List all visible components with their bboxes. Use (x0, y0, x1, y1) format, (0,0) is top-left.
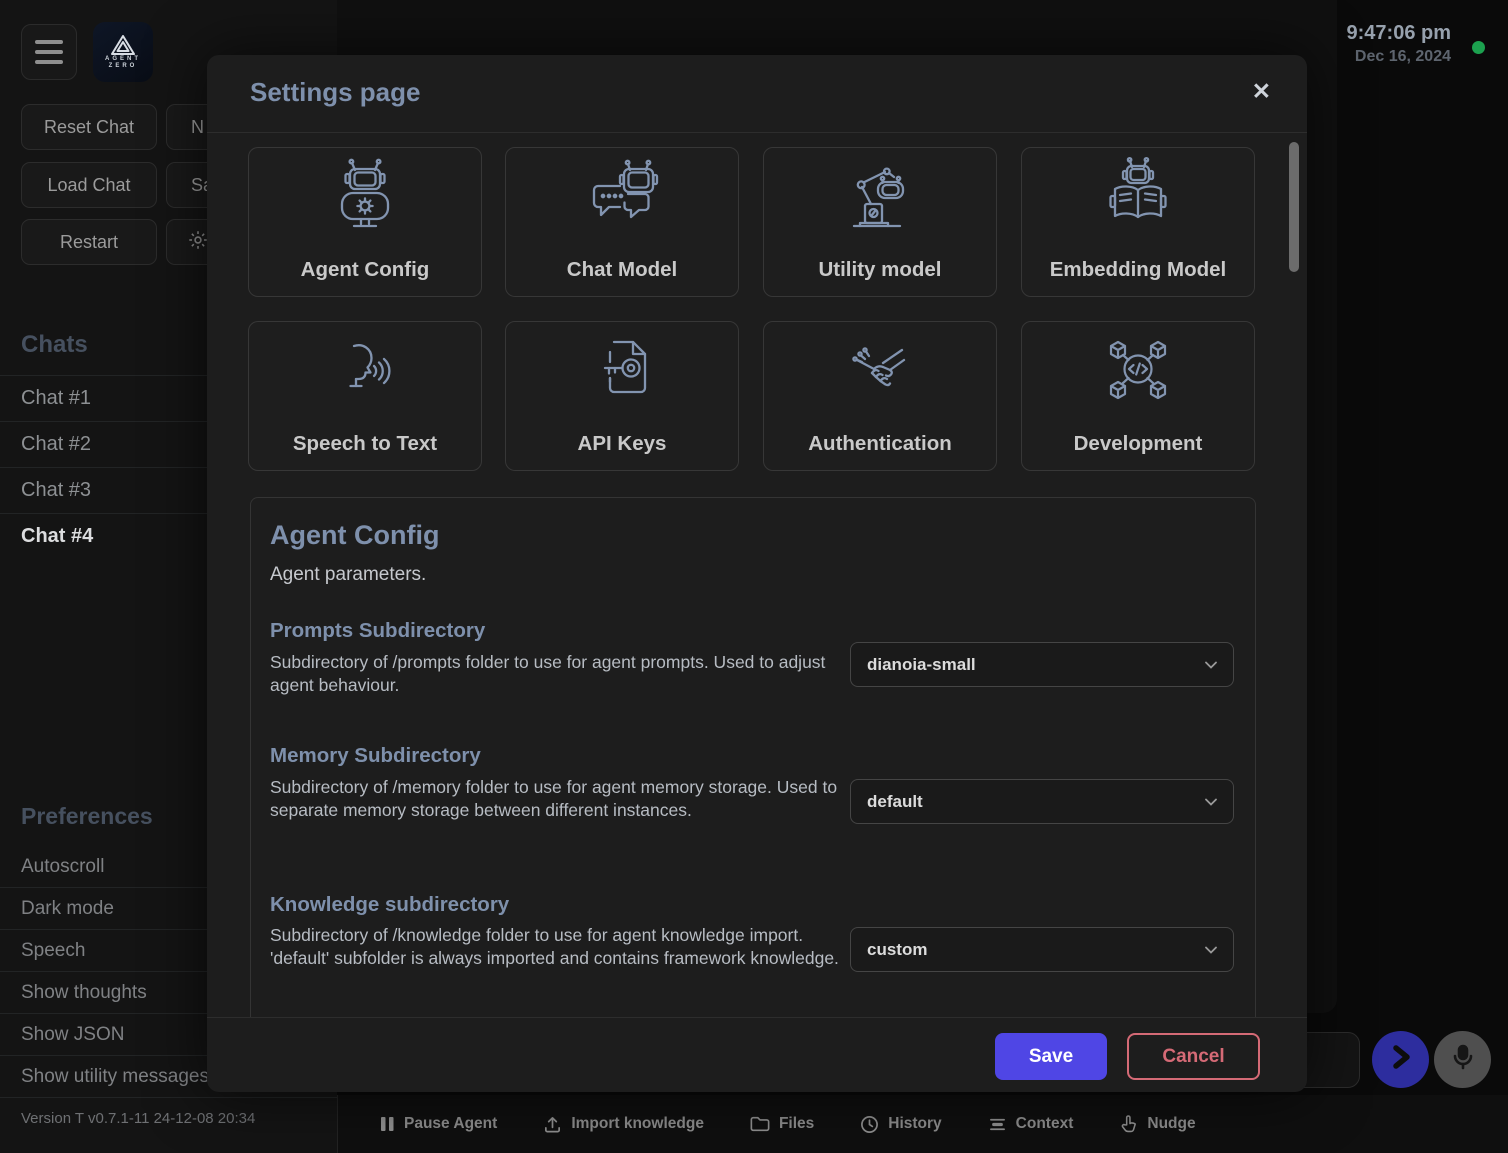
modal-footer: Save Cancel (207, 1017, 1307, 1092)
upload-icon (543, 1115, 562, 1134)
card-speech-to-text[interactable]: Speech to Text (248, 321, 482, 471)
action-label: Import knowledge (571, 1115, 704, 1133)
context-button[interactable]: Context (988, 1115, 1074, 1133)
close-icon[interactable]: ✕ (1252, 77, 1271, 107)
card-embedding-model[interactable]: Embedding Model (1021, 147, 1255, 297)
card-agent-config[interactable]: Agent Config (248, 147, 482, 297)
card-authentication[interactable]: Authentication (763, 321, 997, 471)
send-button[interactable] (1372, 1031, 1429, 1088)
memory-subdirectory-select[interactable]: default (850, 779, 1234, 824)
speech-to-text-icon (249, 330, 481, 414)
logo-text-line1: AGENT (105, 56, 141, 63)
field-label-memory-subdirectory: Memory Subdirectory (270, 744, 481, 768)
field-description: Subdirectory of /memory folder to use fo… (270, 776, 845, 822)
authentication-icon (764, 330, 996, 414)
modal-scrollbar[interactable] (1289, 142, 1299, 272)
section-title: Agent Config (270, 520, 439, 551)
action-label: Nudge (1147, 1115, 1195, 1133)
save-button[interactable]: Save (995, 1033, 1107, 1080)
clock-time: 9:47:06 pm (1347, 22, 1452, 45)
embedding-model-icon (1022, 156, 1254, 240)
chevron-down-icon (1205, 661, 1217, 669)
hamburger-icon (35, 40, 63, 64)
pointer-hand-icon (1119, 1114, 1138, 1134)
chevron-down-icon (1205, 798, 1217, 806)
card-chat-model[interactable]: Chat Model (505, 147, 739, 297)
action-label: Files (779, 1115, 814, 1133)
pause-agent-button[interactable]: Pause Agent (380, 1115, 497, 1133)
logo-text-line2: ZERO (109, 63, 138, 70)
development-icon (1022, 330, 1254, 414)
action-label: History (888, 1115, 941, 1133)
card-label: API Keys (506, 432, 738, 456)
card-label: Speech to Text (249, 432, 481, 456)
modal-header: Settings page ✕ (207, 55, 1307, 133)
microphone-icon (1449, 1043, 1477, 1076)
prompts-subdirectory-select[interactable]: dianoia-small (850, 642, 1234, 687)
select-value: dianoia-small (867, 655, 1205, 675)
field-label-knowledge-subdirectory: Knowledge subdirectory (270, 893, 509, 917)
nudge-button[interactable]: Nudge (1119, 1114, 1195, 1134)
agent-config-section: Agent Config Agent parameters. Prompts S… (250, 497, 1256, 1017)
select-value: custom (867, 940, 1205, 960)
knowledge-subdirectory-select[interactable]: custom (850, 927, 1234, 972)
cancel-button[interactable]: Cancel (1127, 1033, 1260, 1080)
card-label: Authentication (764, 432, 996, 456)
pause-icon (380, 1116, 395, 1132)
card-label: Chat Model (506, 258, 738, 282)
files-button[interactable]: Files (750, 1115, 814, 1133)
chat-model-icon (506, 156, 738, 240)
field-label-prompts-subdirectory: Prompts Subdirectory (270, 619, 485, 643)
action-label: Pause Agent (404, 1115, 497, 1133)
clock-date: Dec 16, 2024 (1347, 48, 1452, 66)
clock-widget: 9:47:06 pm Dec 16, 2024 (1347, 22, 1452, 66)
chats-heading: Chats (21, 331, 88, 359)
card-api-keys[interactable]: API Keys (505, 321, 739, 471)
version-text: Version T v0.7.1-11 24-12-08 20:34 (21, 1110, 255, 1127)
select-value: default (867, 792, 1205, 812)
field-description: Subdirectory of /knowledge folder to use… (270, 924, 845, 970)
import-knowledge-button[interactable]: Import knowledge (543, 1115, 704, 1134)
context-lines-icon (988, 1116, 1007, 1133)
restart-button[interactable]: Restart (21, 219, 157, 265)
section-subtitle: Agent parameters. (270, 564, 426, 586)
chevron-down-icon (1205, 946, 1217, 954)
logo-triangle-icon (110, 34, 136, 56)
send-arrow-icon (1388, 1044, 1414, 1075)
agent-config-icon (249, 156, 481, 240)
card-label: Development (1022, 432, 1254, 456)
microphone-button[interactable] (1434, 1031, 1491, 1088)
load-chat-button[interactable]: Load Chat (21, 162, 157, 208)
folder-icon (750, 1115, 770, 1133)
card-label: Embedding Model (1022, 258, 1254, 282)
api-keys-icon (506, 330, 738, 414)
reset-chat-button[interactable]: Reset Chat (21, 104, 157, 150)
card-development[interactable]: Development (1021, 321, 1255, 471)
sidebar-toggle-button[interactable] (21, 24, 77, 80)
gear-icon (187, 229, 209, 256)
field-description: Subdirectory of /prompts folder to use f… (270, 651, 845, 697)
modal-title: Settings page (250, 77, 420, 108)
bottom-action-bar: Pause Agent Import knowledge Files Histo… (337, 1095, 1508, 1153)
preferences-heading: Preferences (21, 803, 153, 830)
card-label: Agent Config (249, 258, 481, 282)
card-label: Utility model (764, 258, 996, 282)
card-utility-model[interactable]: Utility model (763, 147, 997, 297)
settings-modal: Settings page ✕ Agent Config (207, 55, 1307, 1092)
agent-zero-logo: AGENT ZERO (93, 22, 153, 82)
app-root: AGENT ZERO Reset Chat N Load Chat Sa Res… (0, 0, 1508, 1153)
utility-model-icon (764, 156, 996, 240)
action-label: Context (1016, 1115, 1074, 1133)
history-button[interactable]: History (860, 1115, 941, 1134)
connection-status-dot (1472, 41, 1485, 54)
clock-icon (860, 1115, 879, 1134)
